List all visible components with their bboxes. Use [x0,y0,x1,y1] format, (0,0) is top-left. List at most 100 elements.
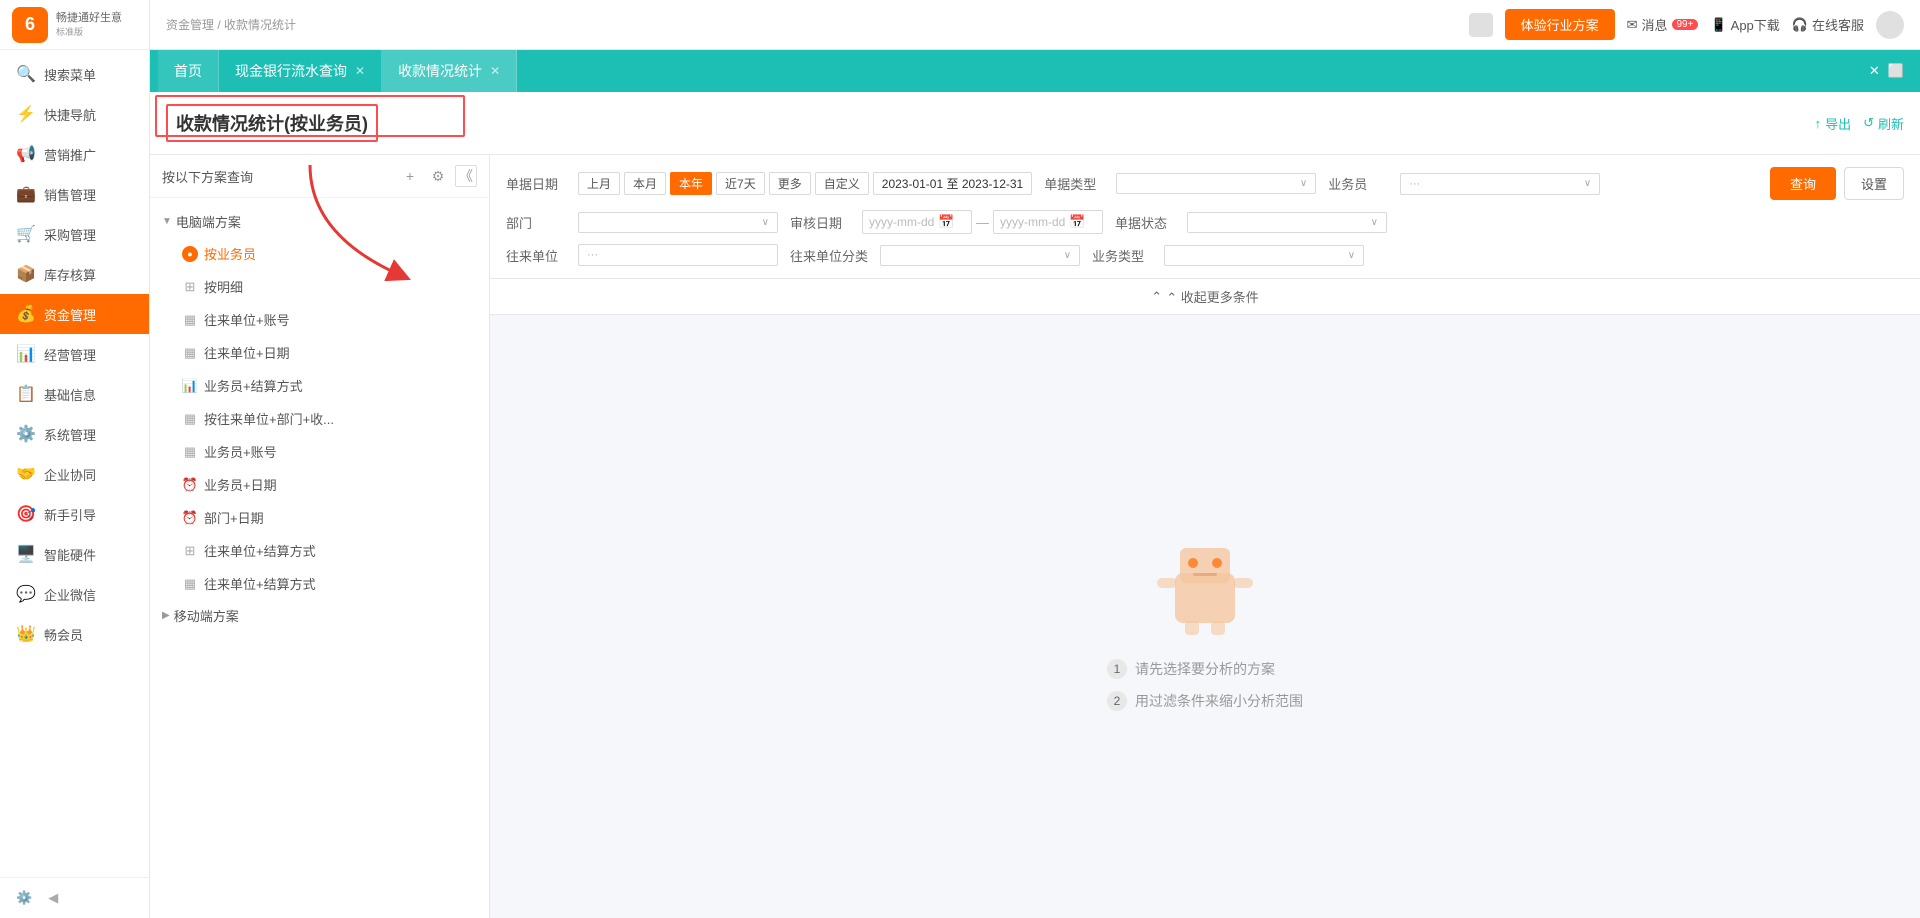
base-icon: 📋 [16,384,36,404]
doc-status-select[interactable]: ∨ [1187,212,1387,233]
sidebar-item-purchase[interactable]: 🛒 采购管理 [0,214,149,254]
tree-group-desktop: ▼ 电脑端方案 ● 按业务员 ⊞ 按明细 ▦ [150,206,489,600]
sidebar-item-member[interactable]: 👑 畅会员 [0,614,149,654]
doc-status-chevron-icon: ∨ [1371,217,1378,228]
empty-state: 1 请先选择要分析的方案 2 用过滤条件来缩小分析范围 [490,315,1920,918]
tree-item-partner-date[interactable]: ▦ 往来单位+日期 [150,336,489,369]
collapse-bar[interactable]: ⌃ ⌃ 收起更多条件 [490,279,1920,315]
refresh-button[interactable]: ↺ 刷新 [1863,114,1904,133]
tree-item-dept-date-label: 部门+日期 [204,508,264,527]
scheme-add-button[interactable]: + [399,165,421,187]
scheme-collapse-button[interactable]: 《 [455,165,477,187]
sidebar-item-search[interactable]: 🔍 搜索菜单 [0,54,149,94]
settings-button[interactable]: 设置 [1844,167,1904,200]
date-btn-this-month[interactable]: 本月 [624,172,666,195]
sidebar-item-inventory[interactable]: 📦 库存核算 [0,254,149,294]
sidebar-item-label: 经营管理 [44,345,96,364]
app-logo-text: 畅捷通好生意 [56,11,122,25]
sidebar-item-quick-nav[interactable]: ⚡ 快捷导航 [0,94,149,134]
refresh-icon: ↺ [1863,115,1874,131]
date-btn-last-month[interactable]: 上月 [578,172,620,195]
message-button[interactable]: ✉ 消息 99+ [1627,15,1699,34]
sidebar-item-base[interactable]: 📋 基础信息 [0,374,149,414]
quick-nav-icon: ⚡ [16,104,36,124]
tree-group-desktop-label: 电脑端方案 [176,212,241,231]
close-window-icon[interactable]: ✕ [1869,63,1880,79]
tree-group-mobile-header[interactable]: ▶ 移动端方案 [150,600,489,631]
settings-bottom-icon[interactable]: ⚙️ [16,890,32,906]
tab-bank-flow[interactable]: 现金银行流水查询 ✕ [219,50,382,92]
sidebar-item-system[interactable]: ⚙️ 系统管理 [0,414,149,454]
export-button[interactable]: ↑ 导出 [1815,114,1852,133]
sidebar-item-label: 资金管理 [44,305,96,324]
date-btn-7days[interactable]: 近7天 [716,172,765,195]
sidebar-item-sales[interactable]: 💼 销售管理 [0,174,149,214]
collapse-sidebar-icon[interactable]: ◀ [48,890,58,906]
tree-item-partner-settle1[interactable]: ⊞ 往来单位+结算方式 [150,534,489,567]
sidebar-item-label: 企业协同 [44,465,96,484]
tree-item-salesman-settle[interactable]: 📊 业务员+结算方式 [150,369,489,402]
tab-bank-flow-label: 现金银行流水查询 [235,61,347,81]
tree-item-salesman-date[interactable]: ⏰ 业务员+日期 [150,468,489,501]
date-quick-group: 上月 本月 本年 近7天 更多 自定义 2023-01-01 至 2023-12… [578,172,1032,195]
app-download-label: App下载 [1731,15,1780,34]
trial-button[interactable]: 体验行业方案 [1505,9,1615,40]
tree-item-partner-account-label: 往来单位+账号 [204,310,290,329]
date-btn-this-year[interactable]: 本年 [670,172,712,195]
sidebar-item-operation[interactable]: 📊 经营管理 [0,334,149,374]
sidebar-item-marketing[interactable]: 📢 营销推广 [0,134,149,174]
sidebar-item-guide[interactable]: 🎯 新手引导 [0,494,149,534]
date-btn-more[interactable]: 更多 [769,172,811,195]
tab-home[interactable]: 首页 [158,50,219,92]
tree-group-desktop-header[interactable]: ▼ 电脑端方案 [150,206,489,237]
filter-actions: 查询 设置 [1770,167,1904,200]
query-button[interactable]: 查询 [1770,167,1836,200]
partner-dept-icon: ▦ [182,411,198,427]
tree-item-by-salesman[interactable]: ● 按业务员 [150,237,489,270]
date-btn-custom[interactable]: 自定义 [815,172,869,195]
sidebar-item-enterprise[interactable]: 🤝 企业协同 [0,454,149,494]
maximize-window-icon[interactable]: ⬜ [1888,63,1904,79]
tree-item-by-salesman-label: 按业务员 [204,244,256,263]
user-avatar[interactable] [1876,11,1904,39]
tree-item-salesman-account[interactable]: ▦ 业务员+账号 [150,435,489,468]
sidebar-item-finance[interactable]: 💰 资金管理 [0,294,149,334]
partner-category-select[interactable]: ∨ [880,245,1080,266]
tab-collection[interactable]: 收款情况统计 ✕ [382,50,517,92]
doc-type-select[interactable]: ∨ [1116,173,1316,194]
tip-2-text: 用过滤条件来缩小分析范围 [1135,691,1303,711]
sidebar-item-hardware[interactable]: 🖥️ 智能硬件 [0,534,149,574]
system-icon: ⚙️ [16,424,36,444]
audit-date-to[interactable]: yyyy-mm-dd 📅 [993,210,1103,234]
salesman-settle-icon: 📊 [182,378,198,394]
phone-icon: 📱 [1710,17,1726,33]
settings-header-icon[interactable] [1469,13,1493,37]
online-service-button[interactable]: 🎧 在线客服 [1792,15,1864,34]
audit-date-from[interactable]: yyyy-mm-dd 📅 [862,210,972,234]
top-header: 资金管理 / 收款情况统计 体验行业方案 ✉ 消息 99+ 📱 App下载 🎧 … [150,0,1920,50]
tab-collection-close[interactable]: ✕ [490,64,500,78]
dept-select[interactable]: ∨ [578,212,778,233]
main-content: 资金管理 / 收款情况统计 体验行业方案 ✉ 消息 99+ 📱 App下载 🎧 … [150,0,1920,918]
tree-item-partner-settle2-label: 往来单位+结算方式 [204,574,316,593]
scheme-settings-button[interactable]: ⚙ [427,165,449,187]
filter-row-3: 往来单位 ··· 往来单位分类 ∨ 业务类型 ∨ [506,244,1904,266]
sidebar-item-label: 智能硬件 [44,545,96,564]
date-range-display: 2023-01-01 至 2023-12-31 [873,172,1032,195]
partner-select[interactable]: ··· [578,244,778,266]
tab-bank-flow-close[interactable]: ✕ [355,64,365,78]
tree-item-by-detail[interactable]: ⊞ 按明细 [150,270,489,303]
service-icon: 🎧 [1792,17,1808,33]
partner-category-label: 往来单位分类 [790,246,868,265]
tree-item-partner-settle2[interactable]: ▦ 往来单位+结算方式 [150,567,489,600]
business-type-select[interactable]: ∨ [1164,245,1364,266]
salesman-select[interactable]: ··· ∨ [1400,173,1600,195]
tree-item-dept-date[interactable]: ⏰ 部门+日期 [150,501,489,534]
collapse-label: ⌃ 收起更多条件 [1166,287,1259,306]
app-download-button[interactable]: 📱 App下载 [1710,15,1779,34]
tree-item-partner-dept-collect[interactable]: ▦ 按往来单位+部门+收... [150,402,489,435]
sidebar-item-wechat[interactable]: 💬 企业微信 [0,574,149,614]
scheme-tree: ▼ 电脑端方案 ● 按业务员 ⊞ 按明细 ▦ [150,198,489,918]
empty-tip-1: 1 请先选择要分析的方案 [1107,659,1303,679]
tree-item-partner-account[interactable]: ▦ 往来单位+账号 [150,303,489,336]
